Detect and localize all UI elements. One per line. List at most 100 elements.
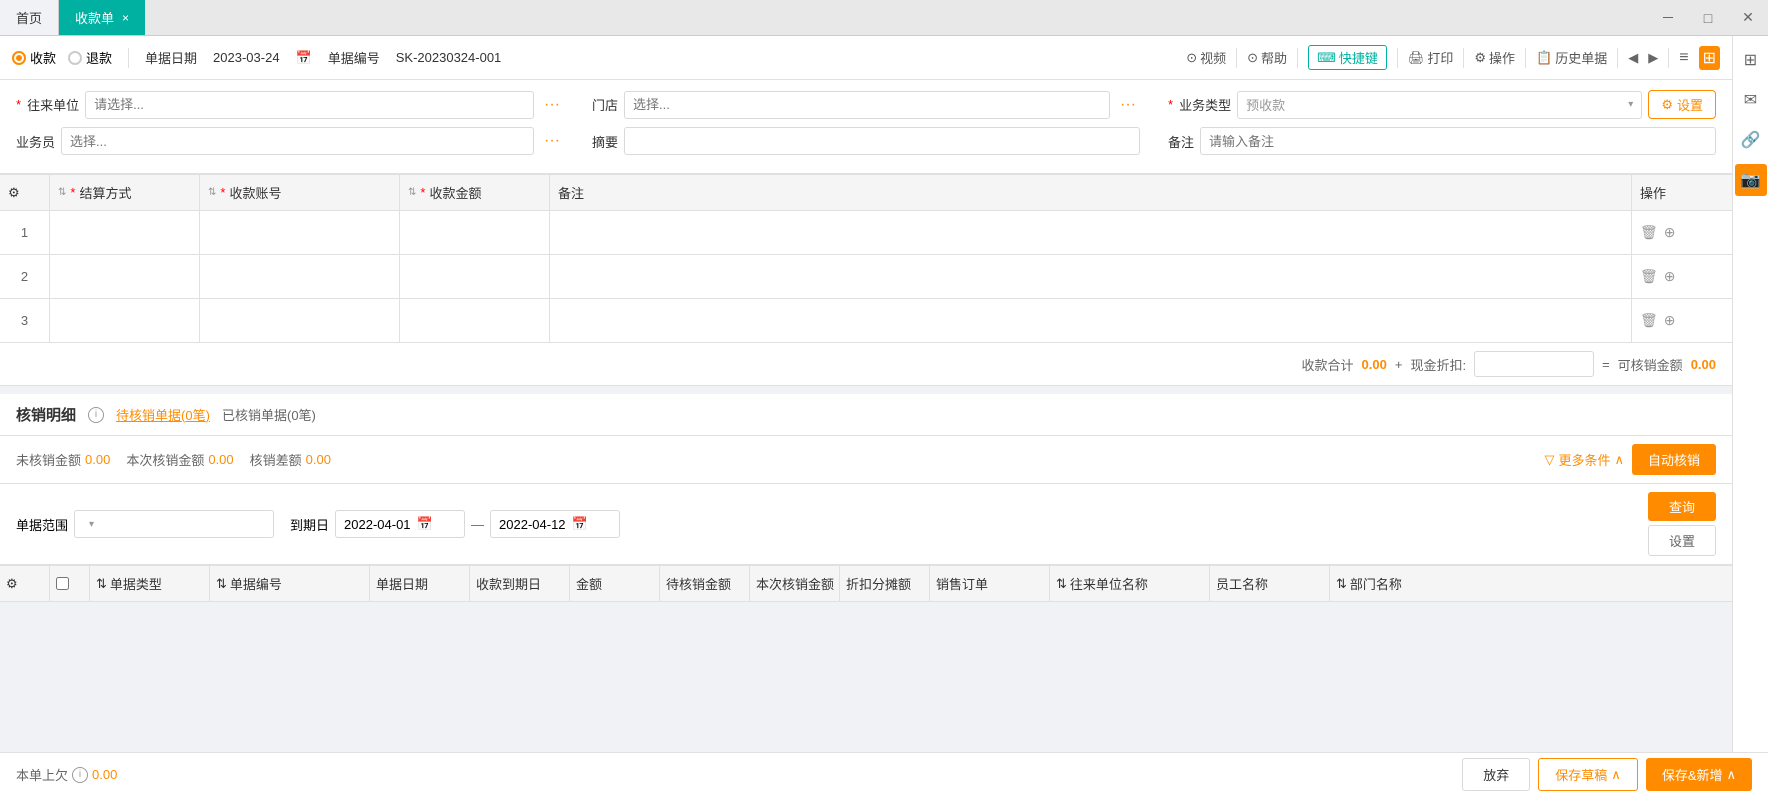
save-new-button[interactable]: 保存&新增 ∧ [1646,758,1752,791]
operation-btn[interactable]: ⚙ 操作 [1474,48,1515,67]
row-settlement-2[interactable] [50,255,200,298]
info-icon[interactable]: i [88,407,104,423]
verified-label: 已核销单据 [222,408,287,423]
range-select[interactable]: ▾ [74,510,274,538]
business-type-value: 预收款 [1246,95,1285,114]
store-field: 门店 ··· [592,91,1140,119]
date-label: 单据日期 [145,48,197,67]
salesperson-input[interactable] [61,127,534,155]
gear-icon-table[interactable]: ⚙ [8,185,20,201]
store-more-btn[interactable]: ··· [1116,96,1140,114]
print-label: 打印 [1427,48,1453,67]
tab-close-icon[interactable]: × [122,11,129,25]
row-number-1: 1 [21,225,28,240]
row-account-3[interactable] [200,299,400,342]
maximize-button[interactable]: □ [1688,0,1728,36]
counterpart-label: 往来单位 [27,95,79,114]
shortcut-label: 快捷键 [1339,48,1378,67]
row-remark-3[interactable] [550,299,1632,342]
row-remark-2[interactable] [550,255,1632,298]
current-amount: 本次核销金额 0.00 [126,450,233,469]
query-button[interactable]: 查询 [1648,492,1716,521]
history-btn[interactable]: 📋 历史单据 [1536,48,1607,67]
history-icon: 📋 [1536,50,1552,66]
bth-counterpart-name: ⇅ 往来单位名称 [1050,566,1210,601]
print-btn[interactable]: 🖨 打印 [1408,48,1454,67]
calendar-icon[interactable]: 📅 [296,50,312,66]
remark-input[interactable] [1200,127,1716,155]
panel-mail-icon[interactable]: ✉ [1735,84,1767,116]
save-draft-button[interactable]: 保存草稿 ∧ [1538,758,1638,791]
th-settings[interactable]: ⚙ [0,175,50,210]
due-start-input[interactable]: 2022-04-01 📅 [335,510,465,538]
salesperson-more-btn[interactable]: ··· [540,132,564,150]
bth-gear[interactable]: ⚙ [0,566,50,601]
table-settings-button[interactable]: 设置 [1648,525,1716,556]
business-type-select[interactable]: 预收款 ▾ [1237,91,1642,119]
close-button[interactable]: ✕ [1728,0,1768,36]
copy-icon-3[interactable]: ⊕ [1664,312,1676,329]
grid-view-icon[interactable]: ⊞ [1699,46,1720,70]
nav-left-icon[interactable]: ◀ [1628,50,1638,66]
settings-button[interactable]: ⚙ 设置 [1648,90,1716,119]
row-amount-2[interactable] [400,255,550,298]
business-type-field: * 业务类型 预收款 ▾ ⚙ 设置 [1168,90,1716,119]
bth-employee: 员工名称 [1210,566,1330,601]
filter-right: ▽ 更多条件 ∧ 自动核销 [1544,444,1716,475]
due-end-input[interactable]: 2022-04-12 📅 [490,510,620,538]
abandon-button[interactable]: 放弃 [1462,758,1530,791]
row-account-2[interactable] [200,255,400,298]
radio-receipt-label: 收款 [30,48,56,67]
right-panel: ⊞ ✉ 🔗 📷 [1732,36,1768,752]
row-settlement-1[interactable] [50,211,200,254]
row-remark-1[interactable] [550,211,1632,254]
due-date-field: 到期日 2022-04-01 📅 — 2022-04-12 📅 [290,510,620,538]
table-row: 3 🗑 ⊕ [0,299,1732,343]
video-btn[interactable]: ⊙ 视频 [1186,48,1226,67]
row-account-1[interactable] [200,211,400,254]
footer-value: 0.00 [92,767,117,782]
select-all-checkbox[interactable] [56,577,69,590]
pending-tab[interactable]: 待核销单据(0笔) [116,405,210,424]
delete-icon-3[interactable]: 🗑 [1640,312,1658,329]
minimize-button[interactable]: － [1648,0,1688,36]
tab-home[interactable]: 首页 [0,0,59,35]
bth-doc-date: 单据日期 [370,566,470,601]
more-conditions-btn[interactable]: ▽ 更多条件 ∧ [1544,450,1624,469]
radio-receipt[interactable]: 收款 [12,48,56,67]
auto-verification-btn[interactable]: 自动核销 [1632,444,1716,475]
chevron-down-icon: ▾ [1628,99,1633,110]
counterpart-input[interactable] [85,91,534,119]
help-btn[interactable]: ⊙ 帮助 [1247,48,1287,67]
radio-refund[interactable]: 退款 [68,48,112,67]
store-input[interactable] [624,91,1110,119]
delete-icon-2[interactable]: 🗑 [1640,268,1658,285]
footer-info-icon[interactable]: i [72,767,88,783]
sort-icon-cn: ⇅ [1056,576,1067,592]
counterpart-more-btn[interactable]: ··· [540,96,564,114]
panel-link-icon[interactable]: 🔗 [1735,124,1767,156]
copy-icon-2[interactable]: ⊕ [1664,268,1676,285]
due-label: 到期日 [290,515,329,534]
list-view-icon[interactable]: ≡ [1679,49,1688,67]
panel-camera-icon[interactable]: 📷 [1735,164,1767,196]
discount-input[interactable] [1474,351,1594,377]
gear-icon-bottom[interactable]: ⚙ [6,576,18,592]
nav-right-icon[interactable]: ▶ [1648,50,1658,66]
bth-checkbox[interactable] [50,566,90,601]
search-right: 查询 设置 [1648,492,1716,556]
operation-icon: ⚙ [1474,50,1486,66]
shortcut-btn[interactable]: ⌨ 快捷键 [1308,45,1387,70]
summary-label: 摘要 [592,132,618,151]
copy-icon-1[interactable]: ⊕ [1664,224,1676,241]
row-action-group-3: 🗑 ⊕ [1640,312,1676,329]
row-amount-3[interactable] [400,299,550,342]
verified-tab[interactable]: 已核销单据(0笔) [222,405,316,424]
panel-table-icon[interactable]: ⊞ [1735,44,1767,76]
delete-icon-1[interactable]: 🗑 [1640,224,1658,241]
row-amount-1[interactable] [400,211,550,254]
row-settlement-3[interactable] [50,299,200,342]
summary-input[interactable] [624,127,1140,155]
required-star-2: * [1168,97,1173,112]
tab-active[interactable]: 收款单 × [59,0,145,35]
